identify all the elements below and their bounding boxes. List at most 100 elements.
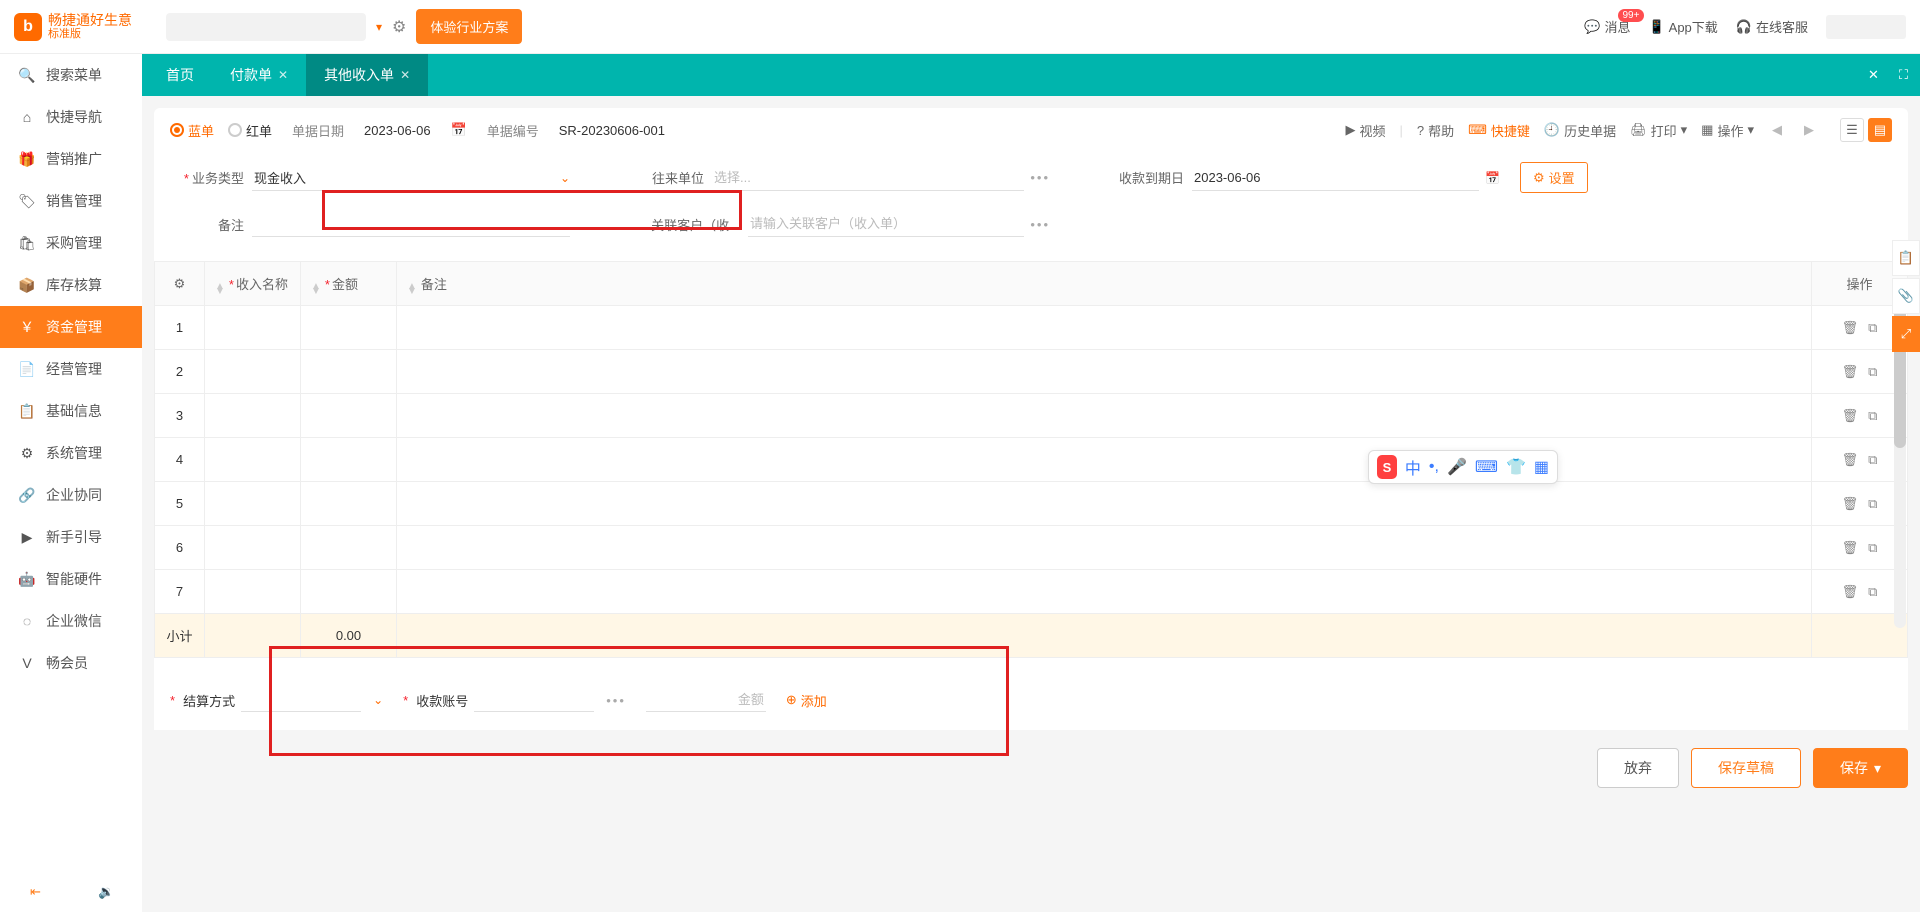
table-row[interactable]: 3🗑⧉	[155, 394, 1908, 438]
keyboard-icon[interactable]: ⌨	[1475, 457, 1498, 477]
sidebar-item-bizmgmt[interactable]: 📄经营管理	[0, 348, 142, 390]
cell-remark[interactable]	[397, 350, 1812, 394]
next-doc-button[interactable]: ▶	[1800, 122, 1818, 138]
add-settlement-button[interactable]: ⊕添加	[786, 691, 827, 710]
cell-amount[interactable]	[301, 526, 397, 570]
sidebar-item-search[interactable]: 🔍搜索菜单	[0, 54, 142, 96]
cell-income-name[interactable]	[205, 394, 301, 438]
table-row[interactable]: 5🗑⧉	[155, 482, 1908, 526]
due-date-input[interactable]	[1192, 165, 1479, 191]
tab-close-all-button[interactable]: ✕	[1862, 63, 1885, 87]
copy-row-button[interactable]: ⧉	[1868, 408, 1877, 424]
close-icon[interactable]: ✕	[278, 68, 288, 82]
customer-service-button[interactable]: 🎧 在线客服	[1736, 17, 1808, 36]
ime-punct-icon[interactable]: •,	[1429, 458, 1439, 476]
tab-home[interactable]: 首页	[148, 54, 212, 96]
chevron-down-icon[interactable]: ⌄	[373, 693, 383, 707]
col-income-name[interactable]: ▲▼*收入名称	[205, 262, 301, 306]
close-icon[interactable]: ✕	[400, 68, 410, 82]
toolbox-icon[interactable]: ▦	[1534, 457, 1549, 477]
col-amount[interactable]: ▲▼*金额	[301, 262, 397, 306]
sidebar-collapse-button[interactable]: ⇤	[0, 872, 71, 912]
cell-remark[interactable]	[397, 482, 1812, 526]
calendar-icon[interactable]: 📅	[1485, 171, 1500, 185]
print-button[interactable]: 🖨打印▾	[1630, 121, 1687, 140]
more-icon[interactable]: •••	[606, 693, 626, 708]
cell-amount[interactable]	[301, 306, 397, 350]
tab-fullscreen-button[interactable]: ⛶	[1893, 63, 1914, 87]
microphone-icon[interactable]: 🎤	[1447, 457, 1467, 477]
gear-icon[interactable]: ⚙	[392, 17, 406, 37]
shortcut-button[interactable]: ⌨快捷键	[1468, 121, 1530, 140]
more-icon[interactable]: •••	[1030, 217, 1050, 232]
sidebar-item-sysmgmt[interactable]: ⚙系统管理	[0, 432, 142, 474]
skin-icon[interactable]: 👕	[1506, 457, 1526, 477]
cell-remark[interactable]	[397, 438, 1812, 482]
chevron-down-icon[interactable]: ⌄	[560, 171, 570, 185]
settlement-method-input[interactable]	[241, 688, 361, 712]
sidebar-item-quicknav[interactable]: ⌂快捷导航	[0, 96, 142, 138]
remark-input[interactable]	[252, 211, 570, 237]
store-selector[interactable]: ▾ ⚙ 体验行业方案	[166, 9, 522, 44]
sidebar-item-collab[interactable]: 🔗企业协同	[0, 474, 142, 516]
biz-type-input[interactable]	[252, 165, 554, 191]
calendar-icon[interactable]: 📅	[451, 122, 467, 138]
ime-lang[interactable]: 中	[1405, 455, 1421, 479]
save-button[interactable]: 保存▾	[1813, 748, 1908, 788]
settings-button[interactable]: ⚙设置	[1520, 162, 1588, 193]
party-input[interactable]	[712, 165, 1024, 191]
copy-row-button[interactable]: ⧉	[1868, 452, 1877, 468]
cell-remark[interactable]	[397, 526, 1812, 570]
cell-amount[interactable]	[301, 570, 397, 614]
view-list-button[interactable]: ☰	[1840, 118, 1864, 142]
delete-row-button[interactable]: 🗑	[1842, 320, 1859, 336]
cell-amount[interactable]	[301, 438, 397, 482]
table-row[interactable]: 4🗑⧉	[155, 438, 1908, 482]
prev-doc-button[interactable]: ◀	[1768, 122, 1786, 138]
rail-attach-button[interactable]: 📎	[1892, 278, 1920, 314]
delete-row-button[interactable]: 🗑	[1842, 364, 1859, 380]
copy-row-button[interactable]: ⧉	[1868, 364, 1877, 380]
radio-blue-doc[interactable]: 蓝单	[170, 121, 214, 140]
discard-button[interactable]: 放弃	[1597, 748, 1679, 788]
sidebar-item-wechat[interactable]: ◌企业微信	[0, 600, 142, 642]
cell-income-name[interactable]	[205, 438, 301, 482]
save-draft-button[interactable]: 保存草稿	[1691, 748, 1801, 788]
sidebar-item-sales[interactable]: 🏷销售管理	[0, 180, 142, 222]
cell-remark[interactable]	[397, 306, 1812, 350]
cell-income-name[interactable]	[205, 482, 301, 526]
sidebar-item-finance[interactable]: ￥资金管理	[0, 306, 142, 348]
ops-button[interactable]: ▦操作▾	[1701, 121, 1754, 140]
doc-date-value[interactable]: 2023-06-06	[364, 123, 431, 138]
table-row[interactable]: 6🗑⧉	[155, 526, 1908, 570]
sidebar-item-basicinfo[interactable]: 📋基础信息	[0, 390, 142, 432]
col-config[interactable]: ⚙	[155, 262, 205, 306]
cell-income-name[interactable]	[205, 306, 301, 350]
table-row[interactable]: 7🗑⧉	[155, 570, 1908, 614]
tab-other-income[interactable]: 其他收入单✕	[306, 54, 428, 96]
delete-row-button[interactable]: 🗑	[1842, 452, 1859, 468]
sidebar-item-marketing[interactable]: 🎁营销推广	[0, 138, 142, 180]
copy-row-button[interactable]: ⧉	[1868, 496, 1877, 512]
delete-row-button[interactable]: 🗑	[1842, 496, 1859, 512]
app-download-button[interactable]: 📱 App下载	[1648, 17, 1717, 36]
ime-toolbar[interactable]: S 中 •, 🎤 ⌨ 👕 ▦	[1368, 450, 1558, 484]
sidebar-item-inventory[interactable]: 📦库存核算	[0, 264, 142, 306]
cell-remark[interactable]	[397, 570, 1812, 614]
video-button[interactable]: ▶视频	[1345, 121, 1385, 140]
cell-amount[interactable]	[301, 394, 397, 438]
rail-copy-button[interactable]: 📋	[1892, 240, 1920, 276]
cell-remark[interactable]	[397, 394, 1812, 438]
cell-amount[interactable]	[301, 482, 397, 526]
col-remark[interactable]: ▲▼备注	[397, 262, 1812, 306]
copy-row-button[interactable]: ⧉	[1868, 540, 1877, 556]
sidebar-sound-button[interactable]: 🔉	[71, 872, 142, 912]
radio-red-doc[interactable]: 红单	[228, 121, 272, 140]
copy-row-button[interactable]: ⧉	[1868, 320, 1877, 336]
cell-income-name[interactable]	[205, 526, 301, 570]
view-form-button[interactable]: ▤	[1868, 118, 1892, 142]
experience-scheme-button[interactable]: 体验行业方案	[416, 9, 522, 44]
copy-row-button[interactable]: ⧉	[1868, 584, 1877, 600]
delete-row-button[interactable]: 🗑	[1842, 584, 1859, 600]
sidebar-item-purchase[interactable]: 🛍采购管理	[0, 222, 142, 264]
